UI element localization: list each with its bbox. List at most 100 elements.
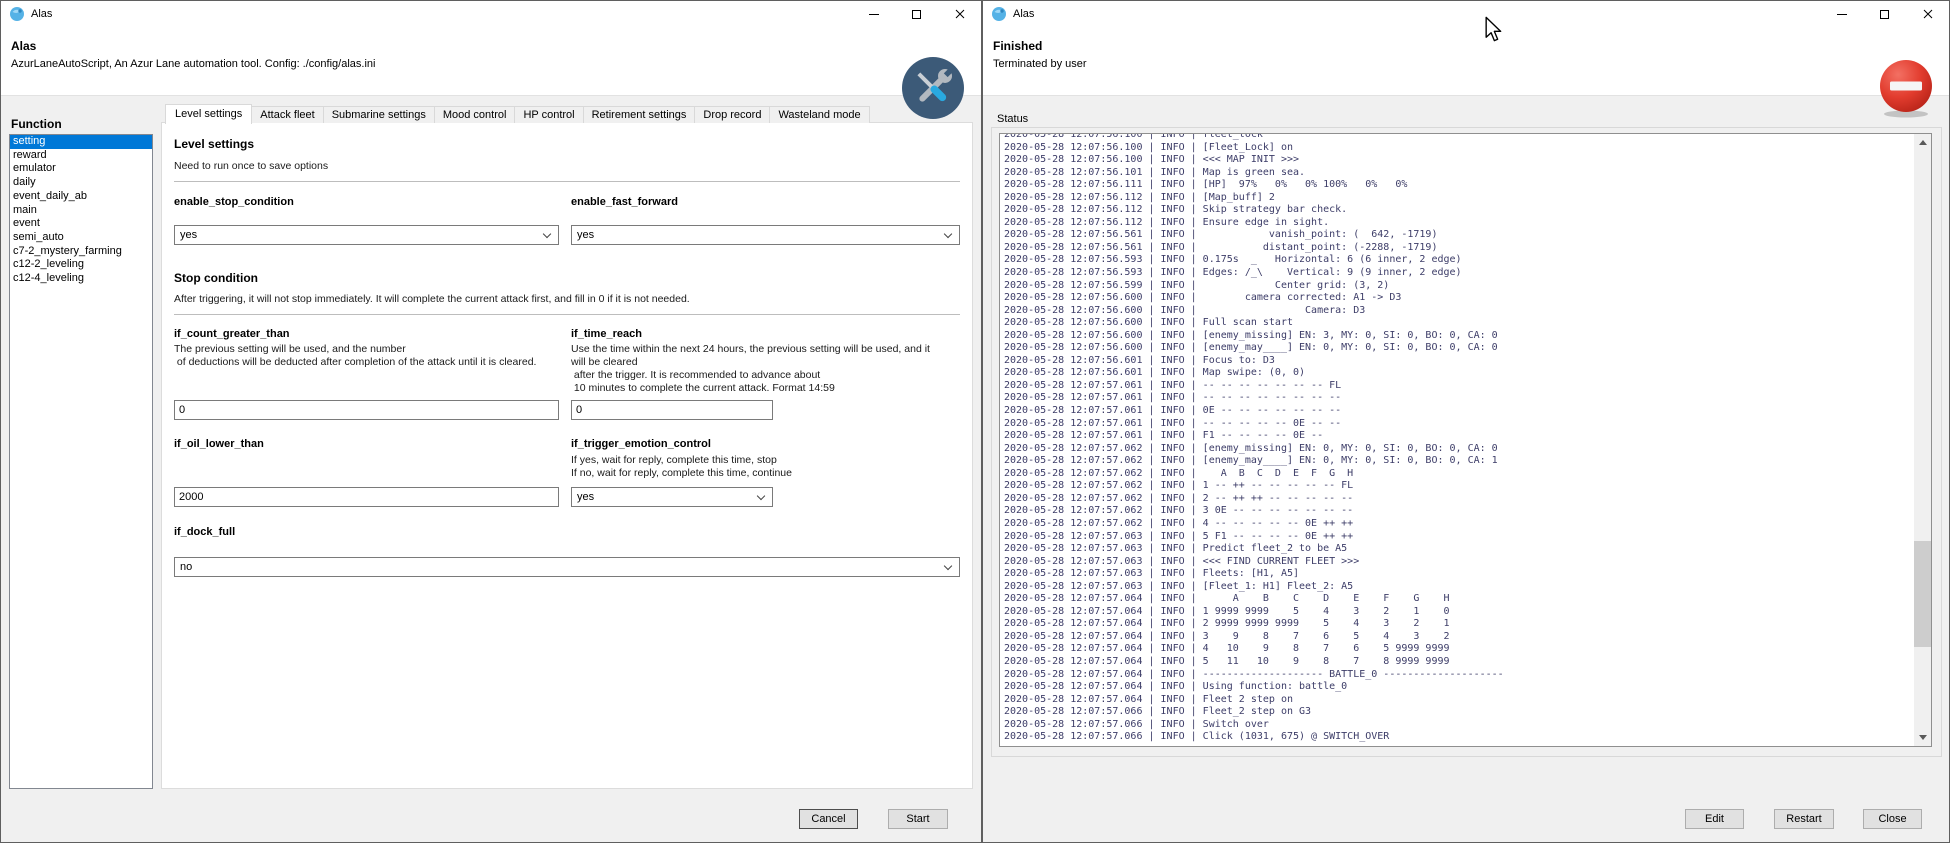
log-line: 2020-05-28 12:07:57.066 | INFO | Click (… [1004, 731, 1912, 744]
alas-logo-icon [9, 6, 25, 22]
scrollbar-thumb[interactable] [1914, 541, 1931, 647]
log-line: 2020-05-28 12:07:57.063 | INFO | [Fleet_… [1004, 581, 1912, 594]
if-time-reach-input[interactable] [571, 400, 773, 420]
if-trigger-emotion-control-value: yes [577, 491, 758, 503]
log-line: 2020-05-28 12:07:57.061 | INFO | 0E -- -… [1004, 405, 1912, 418]
log-line: 2020-05-28 12:07:57.062 | INFO | A B C D… [1004, 468, 1912, 481]
enable-stop-condition-select[interactable]: yes [174, 225, 559, 245]
function-item-c12-4_leveling[interactable]: c12-4_leveling [10, 272, 152, 286]
tab-hp-control[interactable]: HP control [514, 106, 583, 123]
log-line: 2020-05-28 12:07:56.601 | INFO | Focus t… [1004, 355, 1912, 368]
minimize-button[interactable] [1820, 1, 1863, 27]
tab-bar: Level settingsAttack fleetSubmarine sett… [165, 103, 869, 123]
log-line: 2020-05-28 12:07:57.061 | INFO | -- -- -… [1004, 418, 1912, 431]
section-note-level-settings: Need to run once to save options [174, 160, 328, 172]
cancel-button[interactable]: Cancel [799, 809, 858, 829]
label-enable-fast-forward: enable_fast_forward [571, 196, 678, 208]
log-line: 2020-05-28 12:07:56.100 | INFO | [Fleet_… [1004, 142, 1912, 155]
log-scrollbar[interactable] [1914, 134, 1931, 746]
log-textarea[interactable]: 2020-05-28 12:07:56.100 | INFO | fleet_l… [999, 133, 1932, 747]
log-line: 2020-05-28 12:07:57.062 | INFO | 1 -- ++… [1004, 480, 1912, 493]
tab-attack-fleet[interactable]: Attack fleet [251, 106, 323, 123]
tab-drop-record[interactable]: Drop record [694, 106, 770, 123]
divider [174, 314, 960, 315]
window-title: Alas [31, 8, 52, 20]
function-label: Function [11, 117, 62, 131]
tools-badge-icon [902, 57, 964, 124]
log-line: 2020-05-28 12:07:56.112 | INFO | Skip st… [1004, 204, 1912, 217]
tab-level-settings[interactable]: Level settings [165, 104, 252, 124]
log-line: 2020-05-28 12:07:56.600 | INFO | Camera:… [1004, 305, 1912, 318]
enable-fast-forward-select[interactable]: yes [571, 225, 960, 245]
log-line: 2020-05-28 12:07:57.061 | INFO | -- -- -… [1004, 380, 1912, 393]
restart-button[interactable]: Restart [1774, 809, 1834, 829]
stop-badge-icon [1877, 58, 1935, 123]
tab-retirement-settings[interactable]: Retirement settings [583, 106, 696, 123]
log-line: 2020-05-28 12:07:56.600 | INFO | camera … [1004, 292, 1912, 305]
maximize-icon [1880, 10, 1889, 19]
label-if-count-greater-than: if_count_greater_than [174, 328, 290, 340]
titlebar[interactable]: Alas [983, 1, 1949, 27]
function-item-c7-2_mystery_farming[interactable]: c7-2_mystery_farming [10, 245, 152, 259]
function-item-c12-2_leveling[interactable]: c12-2_leveling [10, 258, 152, 272]
function-item-daily[interactable]: daily [10, 176, 152, 190]
tab-wasteland-mode[interactable]: Wasteland mode [769, 106, 869, 123]
close-button[interactable] [1906, 1, 1949, 27]
titlebar[interactable]: Alas [1, 1, 981, 27]
edit-button[interactable]: Edit [1685, 809, 1744, 829]
minimize-button[interactable] [852, 1, 895, 27]
desktop: Alas Alas AzurLaneAutoScript, An Azur La… [0, 0, 1950, 843]
log-line: 2020-05-28 12:07:56.601 | INFO | Map swi… [1004, 367, 1912, 380]
enable-stop-condition-value: yes [180, 229, 544, 241]
maximize-button[interactable] [1863, 1, 1906, 27]
log-line: 2020-05-28 12:07:56.599 | INFO | Center … [1004, 280, 1912, 293]
log-line: 2020-05-28 12:07:57.062 | INFO | [enemy_… [1004, 455, 1912, 468]
scroll-down-button[interactable] [1914, 729, 1931, 746]
status-header: Finished Terminated by user [983, 27, 1949, 96]
function-item-reward[interactable]: reward [10, 149, 152, 163]
status-group-label: Status [997, 113, 1028, 125]
log-content: 2020-05-28 12:07:56.100 | INFO | fleet_l… [1000, 133, 1912, 744]
log-line: 2020-05-28 12:07:57.064 | INFO | Using f… [1004, 681, 1912, 694]
function-listbox[interactable]: settingrewardemulatordailyevent_daily_ab… [9, 134, 153, 789]
function-item-main[interactable]: main [10, 204, 152, 218]
if-count-greater-than-input[interactable] [174, 400, 559, 420]
chevron-down-icon [944, 561, 952, 569]
close-window-button[interactable]: Close [1863, 809, 1922, 829]
function-item-setting[interactable]: setting [10, 135, 152, 149]
if-dock-full-select[interactable]: no [174, 557, 960, 577]
divider [174, 181, 960, 182]
function-item-event_daily_ab[interactable]: event_daily_ab [10, 190, 152, 204]
close-button[interactable] [938, 1, 981, 27]
label-if-dock-full: if_dock_full [174, 526, 235, 538]
function-item-event[interactable]: event [10, 217, 152, 231]
window-controls [852, 1, 981, 27]
window-title: Alas [1013, 8, 1034, 20]
chevron-down-icon [543, 229, 551, 237]
label-enable-stop-condition: enable_stop_condition [174, 196, 294, 208]
log-line: 2020-05-28 12:07:56.112 | INFO | Ensure … [1004, 217, 1912, 230]
log-line: 2020-05-28 12:07:56.593 | INFO | 0.175s … [1004, 254, 1912, 267]
log-line: 2020-05-28 12:07:57.063 | INFO | Fleets:… [1004, 568, 1912, 581]
section-heading-level-settings: Level settings [174, 137, 254, 151]
function-item-emulator[interactable]: emulator [10, 162, 152, 176]
scroll-up-button[interactable] [1914, 134, 1931, 151]
if-oil-lower-than-input[interactable] [174, 487, 559, 507]
desc-if-time-reach: Use the time within the next 24 hours, t… [571, 343, 930, 395]
start-button[interactable]: Start [888, 809, 948, 829]
chevron-down-icon [757, 491, 765, 499]
log-line: 2020-05-28 12:07:57.064 | INFO | A B C D… [1004, 593, 1912, 606]
tab-mood-control[interactable]: Mood control [434, 106, 516, 123]
maximize-button[interactable] [895, 1, 938, 27]
level-settings-panel: Level settings Need to run once to save … [161, 122, 973, 789]
page-title: Alas [11, 39, 36, 53]
log-line: 2020-05-28 12:07:57.061 | INFO | F1 -- -… [1004, 430, 1912, 443]
log-line: 2020-05-28 12:07:56.561 | INFO | vanish_… [1004, 229, 1912, 242]
tab-submarine-settings[interactable]: Submarine settings [323, 106, 435, 123]
alas-logo-icon [991, 6, 1007, 22]
if-trigger-emotion-control-select[interactable]: yes [571, 487, 773, 507]
chevron-down-icon [944, 229, 952, 237]
log-line: 2020-05-28 12:07:56.600 | INFO | Full sc… [1004, 317, 1912, 330]
log-line: 2020-05-28 12:07:56.100 | INFO | fleet_l… [1004, 133, 1912, 142]
function-item-semi_auto[interactable]: semi_auto [10, 231, 152, 245]
